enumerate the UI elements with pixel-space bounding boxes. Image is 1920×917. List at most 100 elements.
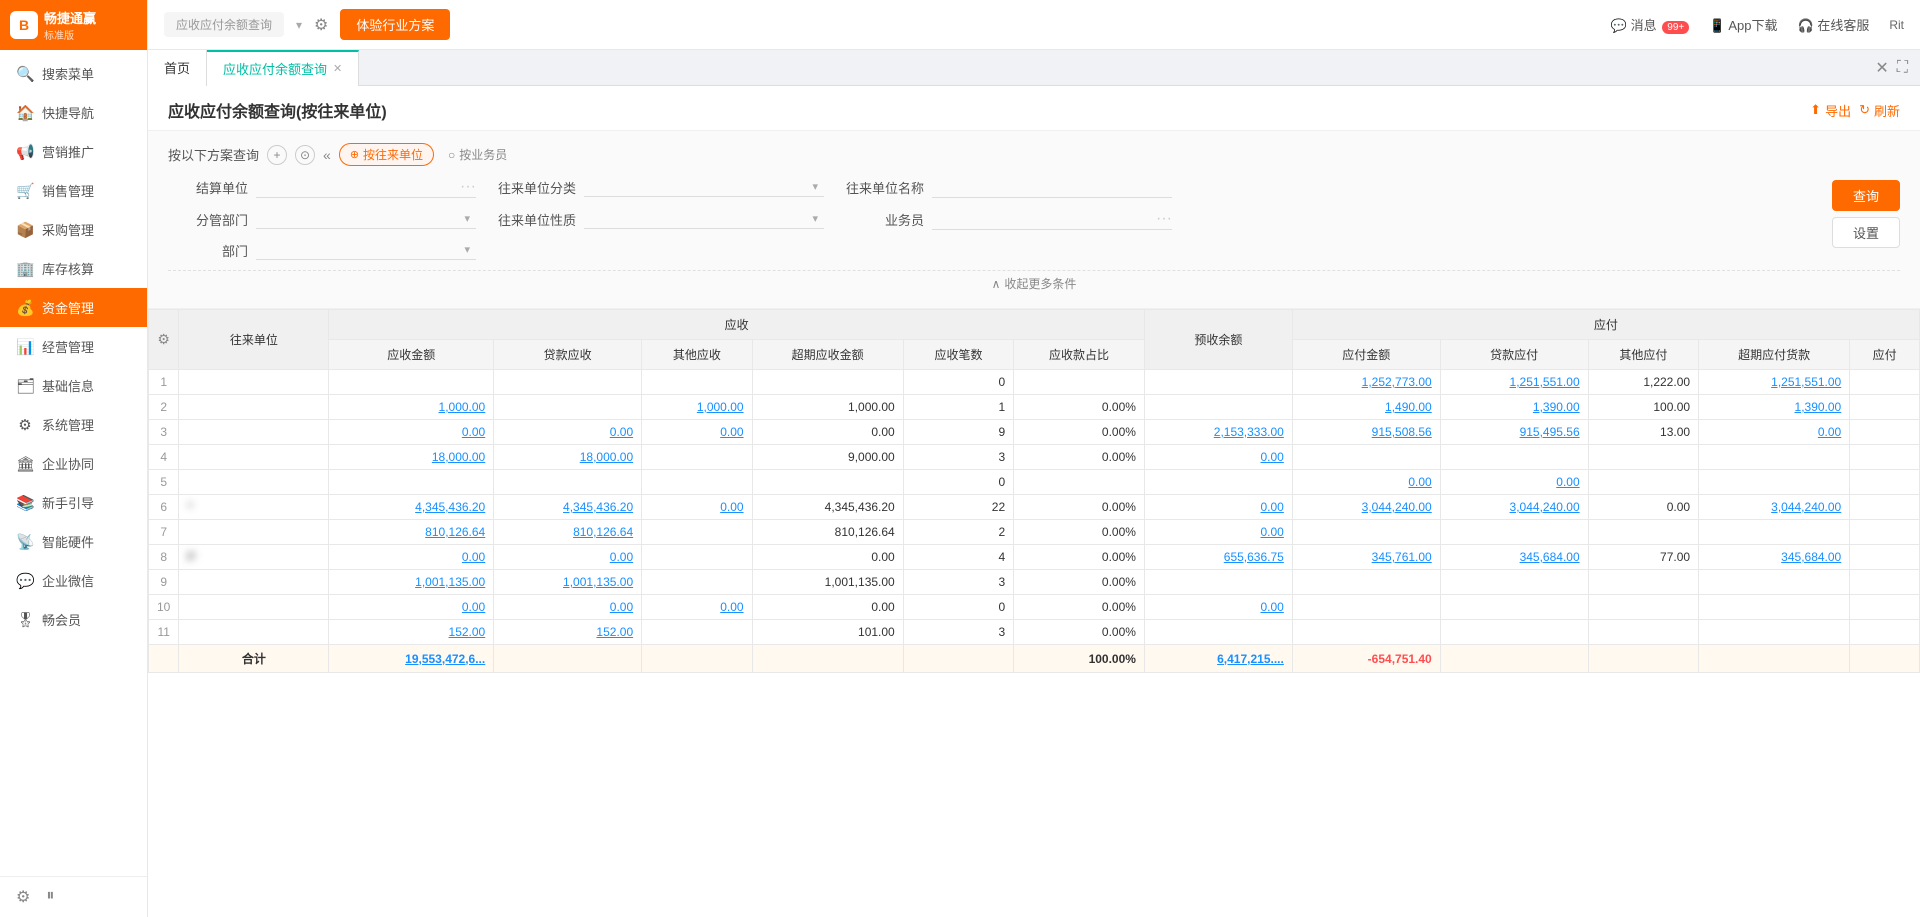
- data-cell[interactable]: 0.00: [1144, 520, 1292, 545]
- sidebar-item-finance[interactable]: 💰 资金管理: [0, 288, 147, 327]
- scheme-salesperson[interactable]: ○ 按业务员: [442, 144, 513, 165]
- data-cell[interactable]: 810,126.64: [494, 520, 642, 545]
- sidebar-item-purchase[interactable]: 📦 采购管理: [0, 210, 147, 249]
- data-cell[interactable]: 345,761.00: [1292, 545, 1440, 570]
- data-cell[interactable]: 152.00: [494, 620, 642, 645]
- dept-select[interactable]: ▾: [256, 240, 476, 260]
- data-cell[interactable]: 152.00: [329, 620, 494, 645]
- tab-close-icon[interactable]: ✕: [333, 62, 342, 75]
- data-cell[interactable]: 4,345,436.20: [494, 495, 642, 520]
- data-cell[interactable]: 345,684.00: [1440, 545, 1588, 570]
- tab-receivable-query[interactable]: 应收应付余额查询 ✕: [207, 50, 359, 86]
- filter-add-btn[interactable]: +: [267, 145, 287, 165]
- header-gear-icon[interactable]: ⚙: [314, 15, 328, 35]
- data-cell[interactable]: 915,508.56: [1292, 420, 1440, 445]
- data-cell[interactable]: 0.00: [1144, 495, 1292, 520]
- data-cell[interactable]: 345,684.00: [1699, 545, 1850, 570]
- salesperson-input[interactable]: [932, 208, 1152, 229]
- collapse-footer-icon[interactable]: ⏸: [46, 887, 54, 907]
- data-cell[interactable]: 0.00: [1440, 470, 1588, 495]
- sidebar-item-hardware[interactable]: 📡 智能硬件: [0, 522, 147, 561]
- partner-cell: [179, 395, 329, 420]
- online-service-label[interactable]: 🎧 在线客服: [1798, 15, 1870, 34]
- header-chevron-icon[interactable]: ▾: [296, 18, 302, 32]
- filter-collapse-btn[interactable]: «: [323, 147, 331, 163]
- data-cell[interactable]: 3,044,240.00: [1699, 495, 1850, 520]
- data-cell[interactable]: 0.00: [494, 595, 642, 620]
- data-cell[interactable]: 0.00: [642, 495, 752, 520]
- data-cell[interactable]: 0.00: [1699, 420, 1850, 445]
- messages-label[interactable]: 💬 消息 99+: [1611, 15, 1689, 34]
- data-cell[interactable]: 18,000.00: [494, 445, 642, 470]
- footer-ratio-total: 100.00%: [1014, 645, 1145, 673]
- sidebar-item-operation[interactable]: 📊 经营管理: [0, 327, 147, 366]
- sidebar-item-wechat[interactable]: 💬 企业微信: [0, 561, 147, 600]
- data-cell: 2: [149, 395, 179, 420]
- data-cell[interactable]: 4,345,436.20: [329, 495, 494, 520]
- sidebar-item-quick-nav[interactable]: 🏠 快捷导航: [0, 93, 147, 132]
- data-cell[interactable]: 0.00: [1292, 470, 1440, 495]
- data-cell[interactable]: 1,390.00: [1699, 395, 1850, 420]
- tab-home[interactable]: 首页: [148, 50, 207, 86]
- data-cell[interactable]: 3,044,240.00: [1440, 495, 1588, 520]
- data-cell[interactable]: 0.00: [329, 595, 494, 620]
- partner-cell: [179, 445, 329, 470]
- settlement-unit-dots[interactable]: ···: [460, 178, 476, 196]
- data-cell[interactable]: 1,001,135.00: [494, 570, 642, 595]
- settlement-unit-input[interactable]: [256, 176, 456, 197]
- data-cell[interactable]: 1,252,773.00: [1292, 370, 1440, 395]
- partner-nature-select[interactable]: ▾: [584, 209, 824, 229]
- data-cell[interactable]: 1,000.00: [329, 395, 494, 420]
- data-cell[interactable]: 0.00: [494, 420, 642, 445]
- salesperson-dots[interactable]: ···: [1156, 210, 1172, 228]
- managing-dept-select[interactable]: ▾: [256, 209, 476, 229]
- settings-footer-icon[interactable]: ⚙: [16, 887, 30, 907]
- sidebar-item-enterprise[interactable]: 🏛 企业协同: [0, 444, 147, 483]
- collapse-more-btn[interactable]: ∧ 收起更多条件: [168, 270, 1900, 296]
- query-btn[interactable]: 查询: [1832, 180, 1900, 211]
- refresh-btn[interactable]: ↻ 刷新: [1859, 101, 1900, 120]
- sidebar-item-inventory[interactable]: 🏢 库存核算: [0, 249, 147, 288]
- table-row: 418,000.0018,000.009,000.0030.00%0.00: [149, 445, 1920, 470]
- user-label[interactable]: Rit: [1889, 18, 1904, 32]
- sidebar-item-marketing[interactable]: 📢 营销推广: [0, 132, 147, 171]
- partner-category-label: 往来单位分类: [496, 178, 576, 197]
- data-cell[interactable]: 915,495.56: [1440, 420, 1588, 445]
- data-cell[interactable]: 0.00: [329, 545, 494, 570]
- data-cell[interactable]: 0.00: [642, 595, 752, 620]
- data-cell[interactable]: 0.00: [1144, 595, 1292, 620]
- data-cell[interactable]: 1,490.00: [1292, 395, 1440, 420]
- sidebar-item-search[interactable]: 🔍 搜索菜单: [0, 54, 147, 93]
- data-cell[interactable]: 810,126.64: [329, 520, 494, 545]
- partner-category-select[interactable]: ▾: [584, 177, 824, 197]
- data-cell[interactable]: 1,251,551.00: [1440, 370, 1588, 395]
- sidebar-item-basic-info[interactable]: 🗂 基础信息: [0, 366, 147, 405]
- sidebar-item-system[interactable]: ⚙ 系统管理: [0, 405, 147, 444]
- data-cell[interactable]: 0.00: [1144, 445, 1292, 470]
- data-cell[interactable]: 1,251,551.00: [1699, 370, 1850, 395]
- data-cell[interactable]: 1,000.00: [642, 395, 752, 420]
- trial-btn[interactable]: 体验行业方案: [340, 9, 450, 40]
- data-cell[interactable]: 18,000.00: [329, 445, 494, 470]
- data-cell[interactable]: 2,153,333.00: [1144, 420, 1292, 445]
- data-cell[interactable]: 0.00: [642, 420, 752, 445]
- receivable-count-header: 应收笔数: [903, 340, 1013, 370]
- filter-settings-btn[interactable]: 设置: [1832, 217, 1900, 248]
- data-cell[interactable]: 1,001,135.00: [329, 570, 494, 595]
- app-download-label[interactable]: 📱 App下载: [1709, 15, 1777, 34]
- export-btn[interactable]: ⬆ 导出: [1810, 101, 1851, 120]
- tab-close-window-btn[interactable]: ✕: [1875, 58, 1888, 78]
- data-cell[interactable]: 1,390.00: [1440, 395, 1588, 420]
- scheme-tag-partner[interactable]: ⊕ 按往来单位: [339, 143, 434, 166]
- tab-maximize-btn[interactable]: ⛶: [1897, 58, 1908, 78]
- sidebar-item-sales[interactable]: 🛒 销售管理: [0, 171, 147, 210]
- table-gear-btn[interactable]: ⚙: [157, 331, 170, 348]
- data-cell[interactable]: 3,044,240.00: [1292, 495, 1440, 520]
- sidebar-item-guide[interactable]: 📚 新手引导: [0, 483, 147, 522]
- filter-scheme-btn[interactable]: ⊙: [295, 145, 315, 165]
- sidebar-item-member[interactable]: 🎖 畅会员: [0, 600, 147, 639]
- partner-name-input[interactable]: [932, 176, 1172, 198]
- data-cell[interactable]: 0.00: [329, 420, 494, 445]
- data-cell[interactable]: 655,636.75: [1144, 545, 1292, 570]
- data-cell[interactable]: 0.00: [494, 545, 642, 570]
